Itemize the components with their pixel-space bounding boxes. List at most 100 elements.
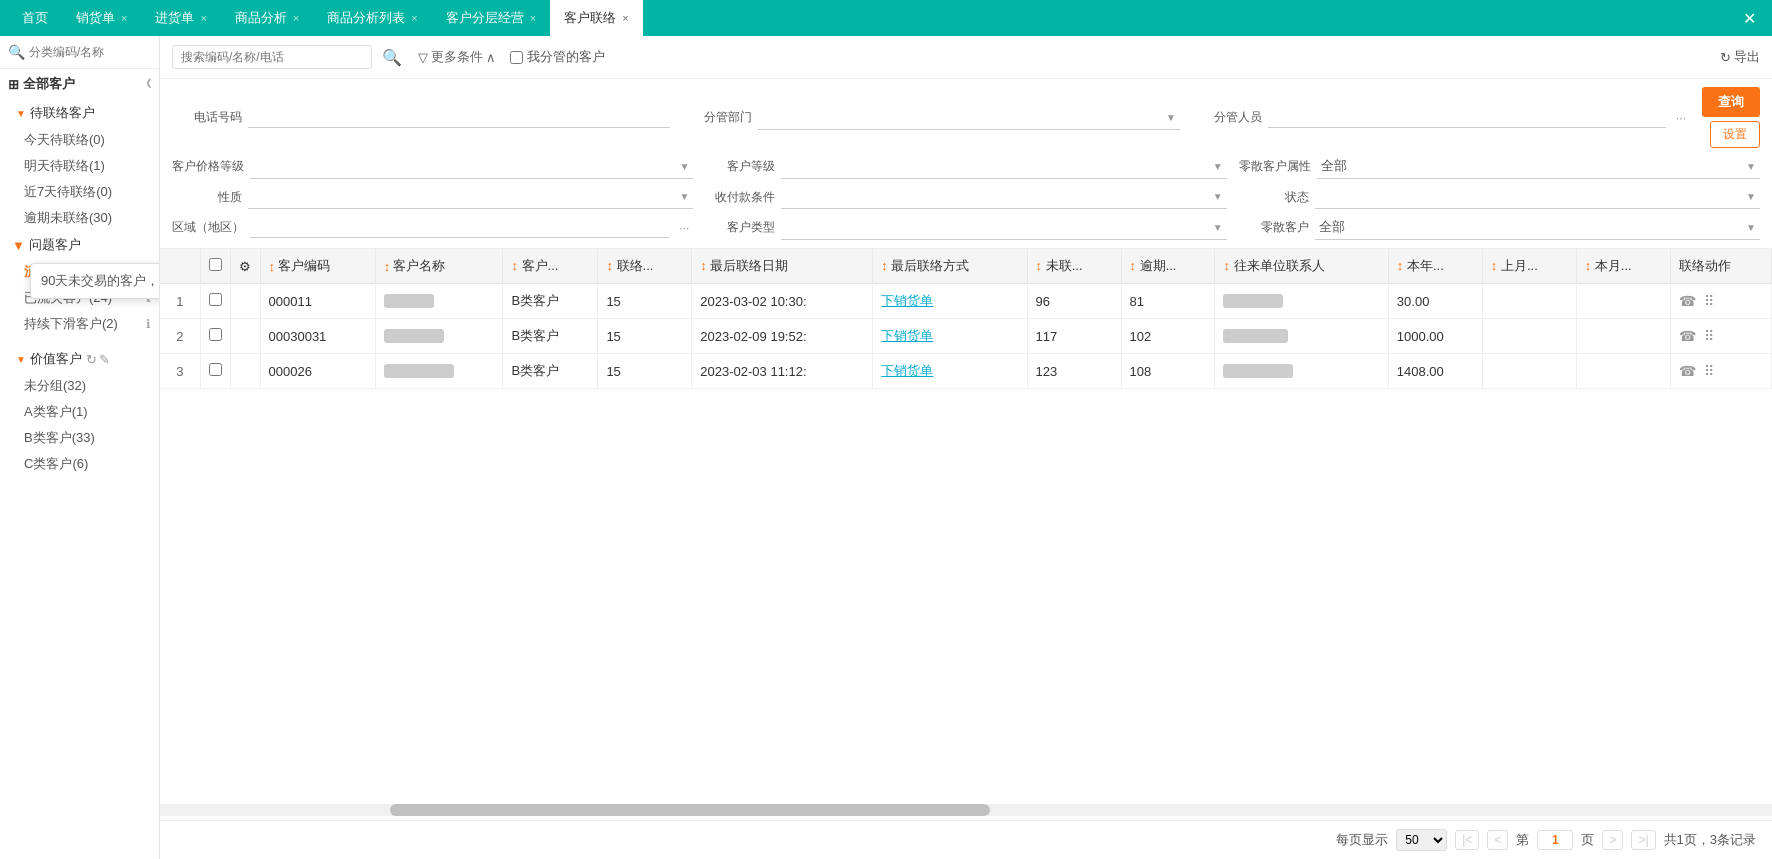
- toolbar-search-input[interactable]: [172, 45, 372, 69]
- next-page-button[interactable]: >: [1602, 830, 1623, 850]
- sort-icon-type: ↕: [511, 258, 518, 273]
- sidebar-group-problem[interactable]: ▼ 问题客户: [0, 231, 159, 259]
- nav-customer-tier[interactable]: 客户分层经营 ×: [432, 0, 550, 36]
- cell-uncontacted-1: 117: [1027, 319, 1121, 354]
- action-phone-0[interactable]: ☎: [1679, 293, 1696, 309]
- method-link-0[interactable]: 下销货单: [881, 293, 933, 308]
- row-checkbox-1[interactable]: [209, 328, 222, 341]
- cell-method-2[interactable]: 下销货单: [873, 354, 1027, 389]
- customer-type-select[interactable]: ▼: [781, 216, 1226, 240]
- cell-company-0: ███ 1██...: [1215, 284, 1388, 319]
- nav-home[interactable]: 首页: [8, 0, 62, 36]
- prev-page-button[interactable]: <: [1487, 830, 1508, 850]
- th-checkbox[interactable]: [200, 249, 230, 284]
- first-page-button[interactable]: |<: [1455, 830, 1479, 850]
- method-link-2[interactable]: 下销货单: [881, 363, 933, 378]
- sidebar-group-pending[interactable]: ▼ 待联络客户: [0, 99, 159, 127]
- nav-customer-contact[interactable]: 客户联络 ×: [550, 0, 642, 36]
- nav-product-list[interactable]: 商品分析列表 ×: [313, 0, 431, 36]
- status-select[interactable]: ▼: [1315, 185, 1760, 209]
- table-settings-icon[interactable]: ⚙: [239, 259, 251, 274]
- cell-method-1[interactable]: 下销货单: [873, 319, 1027, 354]
- toolbar: 🔍 ▽ 更多条件 ∧ 我分管的客户 ↻ 导出: [160, 36, 1772, 79]
- sidebar-item-today[interactable]: 今天待联络(0): [0, 127, 159, 153]
- nav-purchase[interactable]: 进货单 ×: [141, 0, 220, 36]
- per-page-select[interactable]: 50 100 200: [1396, 829, 1447, 851]
- close-customer-contact-icon[interactable]: ×: [622, 12, 628, 24]
- my-customers-checkbox[interactable]: [510, 51, 523, 64]
- region-input[interactable]: [250, 217, 669, 238]
- filter-zero-customer: 零散客户 全部 ▼: [1239, 215, 1760, 240]
- window-close-button[interactable]: ✕: [1735, 9, 1764, 28]
- action-more-0[interactable]: ⠿: [1704, 293, 1714, 309]
- cell-checkbox-2[interactable]: [200, 354, 230, 389]
- manager-more-icon[interactable]: ···: [1672, 111, 1690, 125]
- close-product-analysis-icon[interactable]: ×: [293, 12, 299, 24]
- cell-overdue-0: 81: [1121, 284, 1215, 319]
- th-settings[interactable]: ⚙: [230, 249, 260, 284]
- zero-attr-select[interactable]: 全部 ▼: [1317, 154, 1760, 179]
- th-this-year: ↕ 本年...: [1388, 249, 1482, 284]
- close-purchase-icon[interactable]: ×: [200, 12, 206, 24]
- phone-label: 电话号码: [172, 109, 242, 126]
- my-customers-checkbox-label[interactable]: 我分管的客户: [510, 48, 605, 66]
- region-more-icon[interactable]: ···: [675, 221, 693, 235]
- sidebar-search-input[interactable]: [29, 45, 160, 59]
- action-phone-1[interactable]: ☎: [1679, 328, 1696, 344]
- refresh-icon[interactable]: ↻: [86, 352, 97, 367]
- sidebar-item-class-b[interactable]: B类客户(33): [0, 425, 159, 451]
- last-page-button[interactable]: >|: [1631, 830, 1655, 850]
- cell-method-0[interactable]: 下销货单: [873, 284, 1027, 319]
- collapse-icon: 《: [141, 77, 151, 91]
- cell-this-year-0: 30.00: [1388, 284, 1482, 319]
- sidebar-item-overdue-contact[interactable]: 逾期未联络(30): [0, 205, 159, 231]
- sidebar-item-ungrouped[interactable]: 未分组(32): [0, 373, 159, 399]
- horizontal-scrollbar[interactable]: [160, 804, 1772, 816]
- zero-customer-select[interactable]: 全部 ▼: [1315, 215, 1760, 240]
- nav-sales[interactable]: 销货单 ×: [62, 0, 141, 36]
- row-checkbox-0[interactable]: [209, 293, 222, 306]
- cell-checkbox-0[interactable]: [200, 284, 230, 319]
- toolbar-search-button[interactable]: 🔍: [380, 48, 404, 67]
- export-button[interactable]: ↻ 导出: [1720, 48, 1760, 66]
- th-code[interactable]: ↕ 客户编码: [260, 249, 375, 284]
- edit-icon[interactable]: ✎: [99, 352, 110, 367]
- page-number-input[interactable]: [1537, 830, 1573, 850]
- row-checkbox-2[interactable]: [209, 363, 222, 376]
- action-more-2[interactable]: ⠿: [1704, 363, 1714, 379]
- dept-select[interactable]: ▼: [758, 106, 1180, 130]
- status-caret-icon: ▼: [1746, 191, 1756, 202]
- customer-grade-select[interactable]: ▼: [781, 155, 1226, 179]
- th-name[interactable]: ↕ 客户名称: [375, 249, 503, 284]
- sort-icon-company: ↕: [1223, 258, 1230, 273]
- sidebar-item-tomorrow[interactable]: 明天待联络(1): [0, 153, 159, 179]
- nature-select[interactable]: ▼: [248, 185, 693, 209]
- query-button[interactable]: 查询: [1702, 87, 1760, 117]
- scrollbar-thumb[interactable]: [390, 804, 990, 816]
- method-link-1[interactable]: 下销货单: [881, 328, 933, 343]
- settings-button[interactable]: 设置: [1710, 121, 1760, 148]
- select-all-checkbox[interactable]: [209, 258, 222, 271]
- close-customer-tier-icon[interactable]: ×: [530, 12, 536, 24]
- sidebar-item-class-a[interactable]: A类客户(1): [0, 399, 159, 425]
- nav-product-analysis[interactable]: 商品分析 ×: [221, 0, 313, 36]
- sidebar-item-class-c[interactable]: C类客户(6): [0, 451, 159, 477]
- cell-contact-1: 15: [598, 319, 692, 354]
- phone-input[interactable]: [248, 107, 670, 128]
- action-more-1[interactable]: ⠿: [1704, 328, 1714, 344]
- sidebar-item-declining[interactable]: 持续下滑客户(2) ℹ: [0, 311, 159, 337]
- dept-caret-icon: ▼: [1166, 112, 1176, 123]
- close-product-list-icon[interactable]: ×: [411, 12, 417, 24]
- close-sales-icon[interactable]: ×: [121, 12, 127, 24]
- payment-select[interactable]: ▼: [781, 185, 1226, 209]
- all-customers-header[interactable]: ⊞ 全部客户 《: [0, 69, 159, 99]
- manager-input[interactable]: [1268, 107, 1666, 128]
- cell-checkbox-1[interactable]: [200, 319, 230, 354]
- more-conditions-button[interactable]: ▽ 更多条件 ∧: [412, 44, 502, 70]
- action-phone-2[interactable]: ☎: [1679, 363, 1696, 379]
- cell-uncontacted-0: 96: [1027, 284, 1121, 319]
- sidebar-group-value[interactable]: ▼ 价值客户 ↻ ✎: [0, 345, 159, 373]
- sidebar-item-week[interactable]: 近7天待联络(0): [0, 179, 159, 205]
- cell-name-2: ████: [375, 354, 503, 389]
- price-grade-select[interactable]: ▼: [250, 155, 693, 179]
